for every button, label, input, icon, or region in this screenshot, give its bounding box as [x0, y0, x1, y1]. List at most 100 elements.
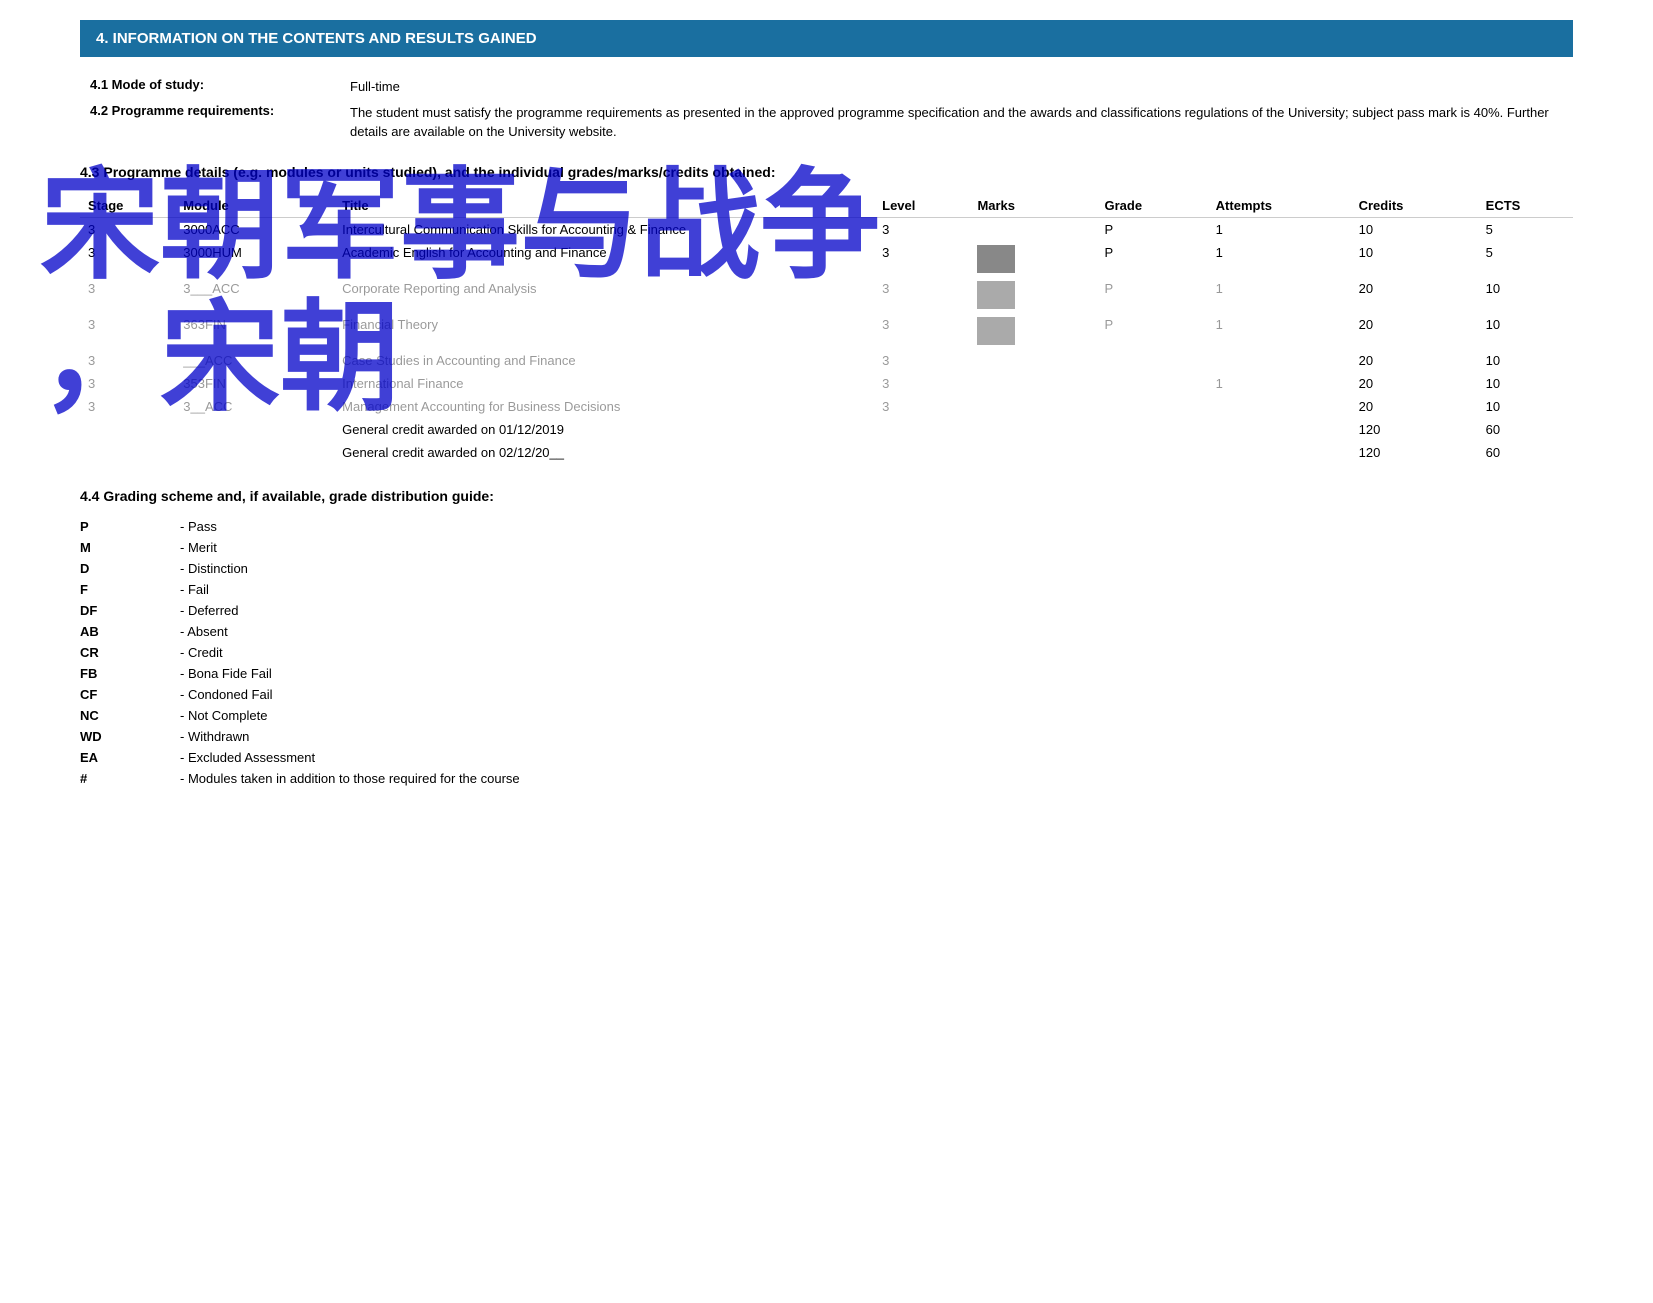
- col-header-credits: Credits: [1351, 194, 1478, 218]
- cell-credits: 20: [1351, 313, 1478, 349]
- grade-row: WD - Withdrawn: [80, 726, 540, 747]
- grade-description: - Withdrawn: [160, 726, 540, 747]
- cell-ects: 10: [1478, 277, 1573, 313]
- cell-stage: 3: [80, 349, 175, 372]
- grade-code: M: [80, 537, 160, 558]
- cell-credits: 20: [1351, 372, 1478, 395]
- module-table: Stage Module Title Level Marks Grade Att…: [80, 194, 1573, 464]
- grade-description: - Absent: [160, 621, 540, 642]
- cell-level: 3: [874, 313, 969, 349]
- marks-box-light: [977, 317, 1015, 345]
- grade-row: M - Merit: [80, 537, 540, 558]
- grade-code: NC: [80, 705, 160, 726]
- cell-title: Academic English for Accounting and Fina…: [334, 241, 874, 277]
- cell-stage: 3: [80, 313, 175, 349]
- general-credit-row: General credit awarded on 02/12/20__ 120…: [80, 441, 1573, 464]
- col-header-marks: Marks: [969, 194, 1096, 218]
- table-row: 3 3__ACC Management Accounting for Busin…: [80, 395, 1573, 418]
- cell-marks: [969, 349, 1096, 372]
- cell-ects: 10: [1478, 313, 1573, 349]
- cell-level: 3: [874, 349, 969, 372]
- col-header-stage: Stage: [80, 194, 175, 218]
- grade-code: F: [80, 579, 160, 600]
- cell-title: Financial Theory: [334, 313, 874, 349]
- cell-attempts: 1: [1208, 313, 1351, 349]
- cell-attempts: 1: [1208, 277, 1351, 313]
- grade-code: #: [80, 768, 160, 789]
- grade-code: FB: [80, 663, 160, 684]
- cell-credits: 20: [1351, 395, 1478, 418]
- cell-title: Corporate Reporting and Analysis: [334, 277, 874, 313]
- cell-stage: 3: [80, 241, 175, 277]
- grading-subtitle: 4.4 Grading scheme and, if available, gr…: [80, 488, 1573, 504]
- grade-row: AB - Absent: [80, 621, 540, 642]
- programme-requirements-value: The student must satisfy the programme r…: [350, 103, 1573, 142]
- cell-grade: P: [1097, 217, 1208, 241]
- grade-description: - Merit: [160, 537, 540, 558]
- section-header: 4. INFORMATION ON THE CONTENTS AND RESUL…: [80, 20, 1573, 57]
- grade-description: - Modules taken in addition to those req…: [160, 768, 540, 789]
- cell-marks: [969, 372, 1096, 395]
- cell-ects: 5: [1478, 217, 1573, 241]
- gc-ects: 60: [1478, 441, 1573, 464]
- cell-attempts: 1: [1208, 241, 1351, 277]
- grade-row: NC - Not Complete: [80, 705, 540, 726]
- cell-level: 3: [874, 241, 969, 277]
- programme-details-subtitle: 4.3 Programme details (e.g. modules or u…: [80, 164, 1573, 180]
- col-header-ects: ECTS: [1478, 194, 1573, 218]
- gc-ects: 60: [1478, 418, 1573, 441]
- cell-module: 3000ACC: [175, 217, 334, 241]
- grade-code: DF: [80, 600, 160, 621]
- grade-row: CR - Credit: [80, 642, 540, 663]
- cell-attempts: [1208, 395, 1351, 418]
- cell-title: Case Studies in Accounting and Finance: [334, 349, 874, 372]
- cell-grade: [1097, 395, 1208, 418]
- cell-grade: P: [1097, 277, 1208, 313]
- cell-marks: [969, 277, 1096, 313]
- cell-marks: [969, 395, 1096, 418]
- cell-attempts: 1: [1208, 217, 1351, 241]
- grade-row: F - Fail: [80, 579, 540, 600]
- general-credit-row: General credit awarded on 01/12/2019 120…: [80, 418, 1573, 441]
- gc-stage: [80, 441, 175, 464]
- cell-marks: [969, 313, 1096, 349]
- cell-ects: 10: [1478, 349, 1573, 372]
- cell-stage: 3: [80, 217, 175, 241]
- grade-code: CR: [80, 642, 160, 663]
- grade-code: EA: [80, 747, 160, 768]
- gc-label: General credit awarded on 02/12/20__: [334, 441, 1350, 464]
- grade-table: P - Pass M - Merit D - Distinction F - F…: [80, 516, 540, 789]
- grade-description: - Fail: [160, 579, 540, 600]
- gc-credits: 120: [1351, 418, 1478, 441]
- cell-module: 363FIN: [175, 313, 334, 349]
- grade-row: CF - Condoned Fail: [80, 684, 540, 705]
- grade-description: - Bona Fide Fail: [160, 663, 540, 684]
- cell-ects: 10: [1478, 395, 1573, 418]
- grade-description: - Distinction: [160, 558, 540, 579]
- cell-credits: 10: [1351, 217, 1478, 241]
- cell-stage: 3: [80, 372, 175, 395]
- table-row: 3 3___ACC Corporate Reporting and Analys…: [80, 277, 1573, 313]
- cell-module: 353FIN: [175, 372, 334, 395]
- cell-grade: P: [1097, 313, 1208, 349]
- gc-credits: 120: [1351, 441, 1478, 464]
- programme-requirements-label: 4.2 Programme requirements:: [90, 103, 350, 118]
- programme-requirements-row: 4.2 Programme requirements: The student …: [90, 103, 1573, 142]
- cell-stage: 3: [80, 277, 175, 313]
- cell-level: 3: [874, 395, 969, 418]
- section-title: 4. INFORMATION ON THE CONTENTS AND RESUL…: [96, 30, 537, 47]
- grade-code: P: [80, 516, 160, 537]
- cell-grade: P: [1097, 241, 1208, 277]
- col-header-level: Level: [874, 194, 969, 218]
- cell-attempts: 1: [1208, 372, 1351, 395]
- cell-module: 3000HUM: [175, 241, 334, 277]
- info-block: 4.1 Mode of study: Full-time 4.2 Program…: [80, 77, 1573, 142]
- mode-of-study-row: 4.1 Mode of study: Full-time: [90, 77, 1573, 97]
- grade-row: # - Modules taken in addition to those r…: [80, 768, 540, 789]
- cell-module: ___ACC: [175, 349, 334, 372]
- grade-row: D - Distinction: [80, 558, 540, 579]
- cell-credits: 20: [1351, 349, 1478, 372]
- cell-attempts: [1208, 349, 1351, 372]
- cell-level: 3: [874, 372, 969, 395]
- grade-description: - Deferred: [160, 600, 540, 621]
